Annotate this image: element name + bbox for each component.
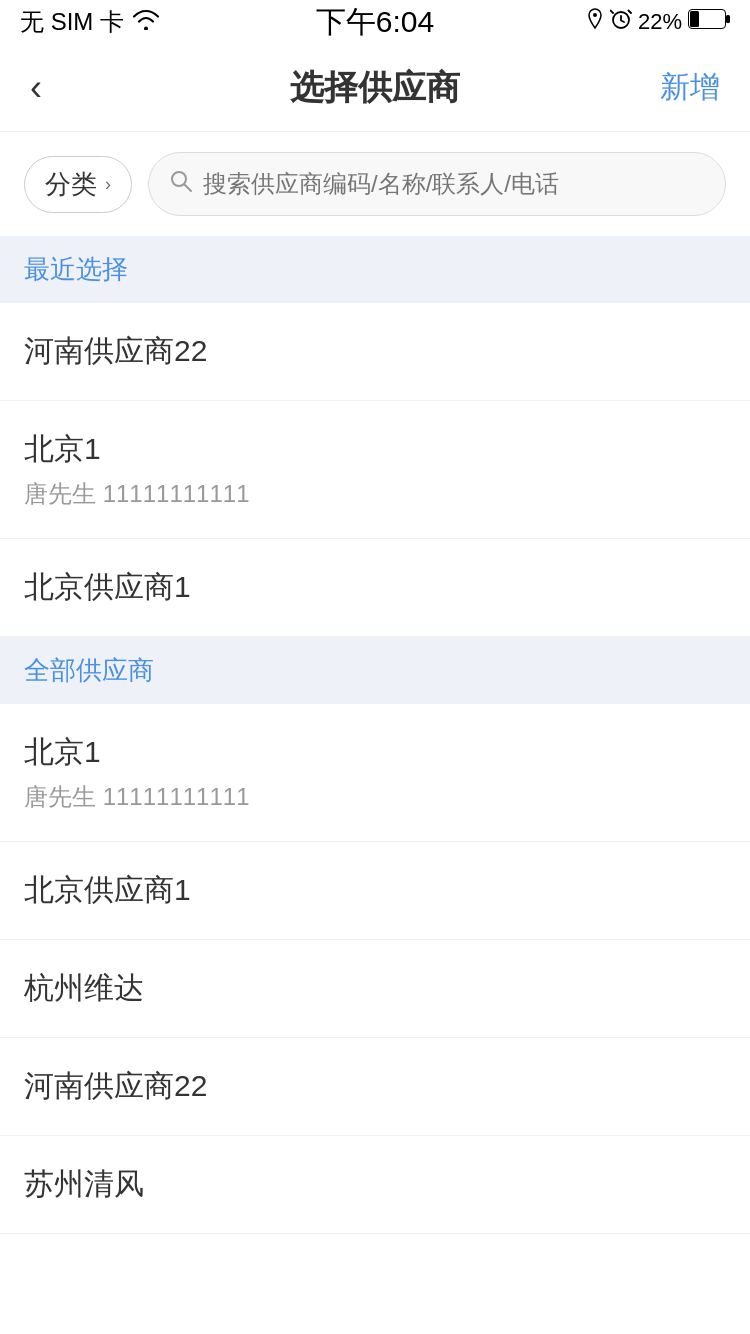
- item-name: 河南供应商22: [24, 331, 726, 372]
- item-name: 杭州维达: [24, 968, 726, 1009]
- item-name: 北京1: [24, 732, 726, 773]
- list-item[interactable]: 北京供应商1: [0, 539, 750, 637]
- all-section-label: 全部供应商: [24, 655, 154, 685]
- item-name: 河南供应商22: [24, 1066, 726, 1107]
- carrier-label: 无 SIM 卡: [20, 6, 124, 38]
- svg-line-6: [185, 185, 192, 192]
- location-icon: [586, 8, 604, 36]
- battery-icon: [688, 9, 730, 35]
- list-item[interactable]: 苏州清风: [0, 1136, 750, 1234]
- alarm-icon: [610, 8, 632, 36]
- item-sub: 唐先生 11111111111: [24, 781, 726, 813]
- svg-rect-3: [726, 15, 730, 23]
- status-right: 22%: [586, 8, 730, 36]
- search-input[interactable]: [203, 170, 705, 198]
- item-name: 北京供应商1: [24, 567, 726, 608]
- list-item[interactable]: 河南供应商22: [0, 303, 750, 401]
- category-label: 分类: [45, 167, 97, 202]
- search-box[interactable]: [148, 152, 726, 216]
- item-sub: 唐先生 11111111111: [24, 478, 726, 510]
- recent-list: 河南供应商22 北京1 唐先生 11111111111 北京供应商1: [0, 303, 750, 637]
- search-icon: [169, 169, 193, 199]
- recent-section-label: 最近选择: [24, 254, 128, 284]
- list-item[interactable]: 杭州维达: [0, 940, 750, 1038]
- battery-label: 22%: [638, 9, 682, 35]
- item-name: 苏州清风: [24, 1164, 726, 1205]
- svg-point-0: [593, 13, 597, 17]
- list-item[interactable]: 北京1 唐先生 11111111111: [0, 401, 750, 539]
- back-button[interactable]: ‹: [30, 67, 90, 109]
- list-item[interactable]: 北京1 唐先生 11111111111: [0, 704, 750, 842]
- filter-bar: 分类 ›: [0, 132, 750, 236]
- wifi-icon: [132, 8, 160, 36]
- status-bar: 无 SIM 卡 下午6:04 22%: [0, 0, 750, 44]
- nav-bar: ‹ 选择供应商 新增: [0, 44, 750, 132]
- category-button[interactable]: 分类 ›: [24, 156, 132, 213]
- add-button[interactable]: 新增: [660, 67, 720, 108]
- all-list: 北京1 唐先生 11111111111 北京供应商1 杭州维达河南供应商22 苏州清风: [0, 704, 750, 1234]
- status-time: 下午6:04: [316, 2, 434, 43]
- list-item[interactable]: 河南供应商22: [0, 1038, 750, 1136]
- item-name: 北京供应商1: [24, 870, 726, 911]
- item-name: 北京1: [24, 429, 726, 470]
- svg-rect-4: [690, 11, 699, 27]
- recent-section-header: 最近选择: [0, 236, 750, 303]
- list-item[interactable]: 北京供应商1: [0, 842, 750, 940]
- all-section-header: 全部供应商: [0, 637, 750, 704]
- chevron-right-icon: ›: [105, 174, 111, 195]
- status-left: 无 SIM 卡: [20, 6, 160, 38]
- page-title: 选择供应商: [290, 65, 460, 111]
